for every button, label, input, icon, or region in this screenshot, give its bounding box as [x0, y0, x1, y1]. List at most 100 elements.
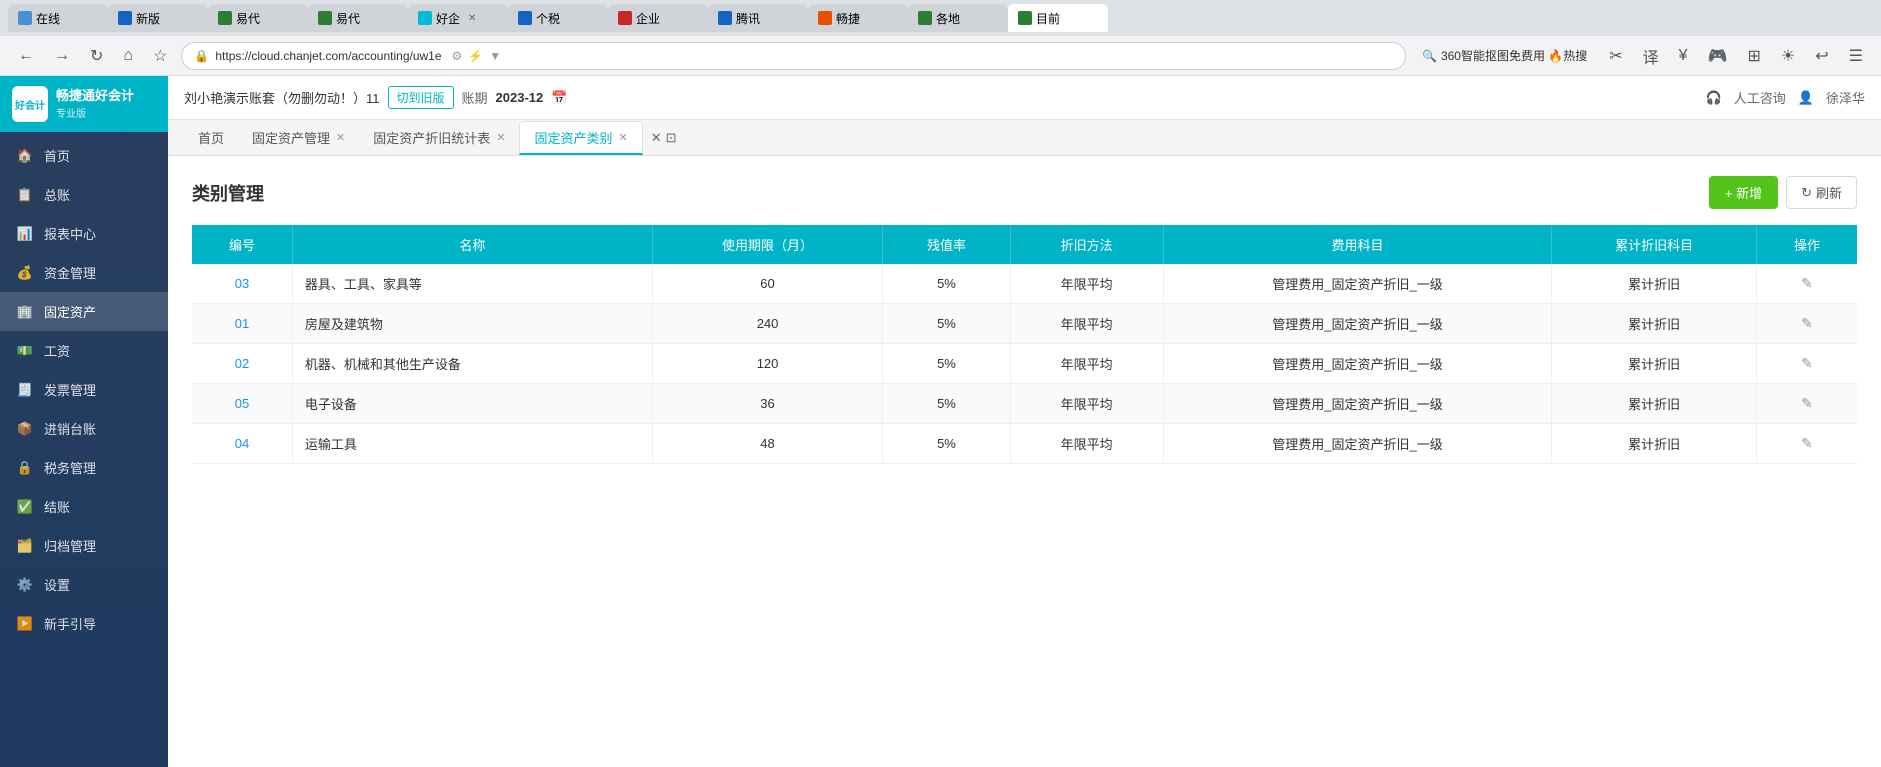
browser-tab-10[interactable]: 各地	[908, 4, 1008, 32]
cell-residual: 5%	[883, 304, 1010, 344]
cell-action[interactable]: ✎	[1757, 264, 1857, 304]
sidebar-nav: 🏠 首页 📋 总账 📊 报表中心 💰 资金管理 🏢 固定资产 💵 工资	[0, 132, 168, 767]
browser-tab-2[interactable]: 新版	[108, 4, 208, 32]
col-action: 操作	[1757, 225, 1857, 264]
menu-button[interactable]: ☰	[1843, 42, 1869, 70]
browser-tab-1[interactable]: 在线	[8, 4, 108, 32]
browser-tab-7[interactable]: 企业	[608, 4, 708, 32]
tax-icon: 🔒	[16, 459, 34, 477]
browser-tab-8[interactable]: 腾讯	[708, 4, 808, 32]
sidebar: 好会计 畅捷通好会计 专业版 🏠 首页 📋 总账 📊 报表中心 💰 资金管理	[0, 76, 168, 767]
sidebar-item-inventory[interactable]: 📦 进销台账	[0, 409, 168, 448]
browser-tab-11[interactable]: 目前	[1008, 4, 1108, 32]
maximize-window-icon[interactable]: ⊡	[666, 130, 677, 146]
cell-action[interactable]: ✎	[1757, 424, 1857, 464]
cell-action[interactable]: ✎	[1757, 344, 1857, 384]
invoices-icon: 🧾	[16, 381, 34, 399]
reload-button[interactable]: ↻	[84, 42, 109, 70]
reports-icon: 📊	[16, 225, 34, 243]
sidebar-item-guide[interactable]: ▶️ 新手引导	[0, 604, 168, 643]
add-btn[interactable]: + 新增	[1709, 176, 1778, 209]
cell-action[interactable]: ✎	[1757, 384, 1857, 424]
tab-home[interactable]: 首页	[184, 122, 238, 153]
tab-fixed-asset-category[interactable]: 固定资产类别 ✕	[519, 121, 642, 155]
sidebar-item-fixed-assets[interactable]: 🏢 固定资产	[0, 292, 168, 331]
sidebar-item-salary[interactable]: 💵 工资	[0, 331, 168, 370]
switch-btn[interactable]: 切到旧版	[388, 86, 454, 109]
game-button[interactable]: 🎮	[1702, 42, 1734, 70]
browser-tab-3[interactable]: 易代	[208, 4, 308, 32]
user-avatar-icon: 👤	[1798, 90, 1814, 106]
table-row: 02 机器、机械和其他生产设备 120 5% 年限平均 管理费用_固定资产折旧_…	[192, 344, 1857, 384]
tab-fixed-asset-depreciation-close[interactable]: ✕	[496, 131, 505, 144]
home-button[interactable]: ⌂	[117, 43, 139, 69]
top-bar-right: 🎧 人工咨询 👤 徐泽华	[1706, 88, 1865, 107]
browser-tab-5-close[interactable]: ✕	[468, 13, 476, 24]
scissors-button[interactable]: ✂	[1603, 42, 1628, 70]
cell-name: 器具、工具、家具等	[292, 264, 652, 304]
address-bar[interactable]: 🔒 https://cloud.chanjet.com/accounting/u…	[181, 42, 1406, 70]
close-window-icon[interactable]: ✕	[651, 130, 662, 146]
sidebar-item-closing[interactable]: ✅ 结账	[0, 487, 168, 526]
funds-icon: 💰	[16, 264, 34, 282]
fixed-assets-icon: 🏢	[16, 303, 34, 321]
sidebar-item-archive[interactable]: 🗂️ 归档管理	[0, 526, 168, 565]
tab-fixed-asset-mgmt[interactable]: 固定资产管理 ✕	[238, 122, 359, 153]
col-code: 编号	[192, 225, 292, 264]
undo-button[interactable]: ↩	[1809, 42, 1834, 70]
browser-tab-5[interactable]: 好企 ✕	[408, 4, 508, 32]
sidebar-item-tax[interactable]: 🔒 税务管理	[0, 448, 168, 487]
cell-code: 03	[192, 264, 292, 304]
table-row: 01 房屋及建筑物 240 5% 年限平均 管理费用_固定资产折旧_一级 累计折…	[192, 304, 1857, 344]
edit-icon[interactable]: ✎	[1801, 395, 1813, 411]
cell-period: 36	[652, 384, 883, 424]
browser-tab-6[interactable]: 个税	[508, 4, 608, 32]
sidebar-item-invoices[interactable]: 🧾 发票管理	[0, 370, 168, 409]
browser-tab-4[interactable]: 易代	[308, 4, 408, 32]
archive-icon: 🗂️	[16, 537, 34, 555]
search-bar[interactable]: 🔍 360智能抠图免费用 🔥热搜	[1414, 47, 1595, 64]
cell-expense: 管理费用_固定资产折旧_一级	[1163, 304, 1552, 344]
sidebar-item-ledger[interactable]: 📋 总账	[0, 175, 168, 214]
main-content: 刘小艳演示账套（勿删勿动！）11 切到旧版 账期 2023-12 📅 🎧 人工咨…	[168, 76, 1881, 767]
edit-icon[interactable]: ✎	[1801, 435, 1813, 451]
top-bar-left: 刘小艳演示账套（勿删勿动！）11 切到旧版 账期 2023-12 📅	[184, 86, 567, 109]
cell-residual: 5%	[883, 264, 1010, 304]
cell-period: 120	[652, 344, 883, 384]
col-period: 使用期限（月）	[652, 225, 883, 264]
header-actions: + 新增 ↻ 刷新	[1709, 176, 1857, 209]
wallet-button[interactable]: ¥	[1673, 43, 1694, 69]
translate-button[interactable]: 译	[1637, 40, 1665, 72]
edit-icon[interactable]: ✎	[1801, 355, 1813, 371]
sidebar-logo: 好会计 畅捷通好会计 专业版	[0, 76, 168, 132]
account-name: 刘小艳演示账套（勿删勿动！）11	[184, 88, 380, 107]
back-button[interactable]: ←	[12, 43, 40, 69]
logo-text-container: 畅捷通好会计 专业版	[56, 88, 134, 120]
browser-tab-9[interactable]: 畅捷	[808, 4, 908, 32]
cell-method: 年限平均	[1010, 344, 1163, 384]
user-name: 徐泽华	[1826, 88, 1865, 107]
cell-method: 年限平均	[1010, 264, 1163, 304]
sidebar-item-reports[interactable]: 📊 报表中心	[0, 214, 168, 253]
sidebar-item-settings[interactable]: ⚙️ 设置	[0, 565, 168, 604]
tab-fixed-asset-category-close[interactable]: ✕	[619, 131, 628, 144]
sidebar-item-home[interactable]: 🏠 首页	[0, 136, 168, 175]
help-icon: 🎧	[1706, 90, 1722, 106]
grid-button[interactable]: ⊞	[1742, 42, 1767, 70]
refresh-btn[interactable]: ↻ 刷新	[1786, 176, 1857, 209]
edit-icon[interactable]: ✎	[1801, 275, 1813, 291]
edit-icon[interactable]: ✎	[1801, 315, 1813, 331]
tab-fixed-asset-depreciation[interactable]: 固定资产折旧统计表 ✕	[359, 122, 519, 153]
sidebar-item-funds[interactable]: 💰 资金管理	[0, 253, 168, 292]
cell-action[interactable]: ✎	[1757, 304, 1857, 344]
table-row: 05 电子设备 36 5% 年限平均 管理费用_固定资产折旧_一级 累计折旧 ✎	[192, 384, 1857, 424]
help-btn[interactable]: 人工咨询	[1734, 88, 1786, 107]
tab-fixed-asset-mgmt-close[interactable]: ✕	[336, 131, 345, 144]
calendar-icon[interactable]: 📅	[551, 90, 567, 106]
bookmark-button[interactable]: ☆	[147, 42, 173, 70]
cell-code: 01	[192, 304, 292, 344]
forward-button[interactable]: →	[48, 43, 76, 69]
cell-code: 02	[192, 344, 292, 384]
cell-residual: 5%	[883, 384, 1010, 424]
sun-button[interactable]: ☀	[1775, 42, 1801, 70]
